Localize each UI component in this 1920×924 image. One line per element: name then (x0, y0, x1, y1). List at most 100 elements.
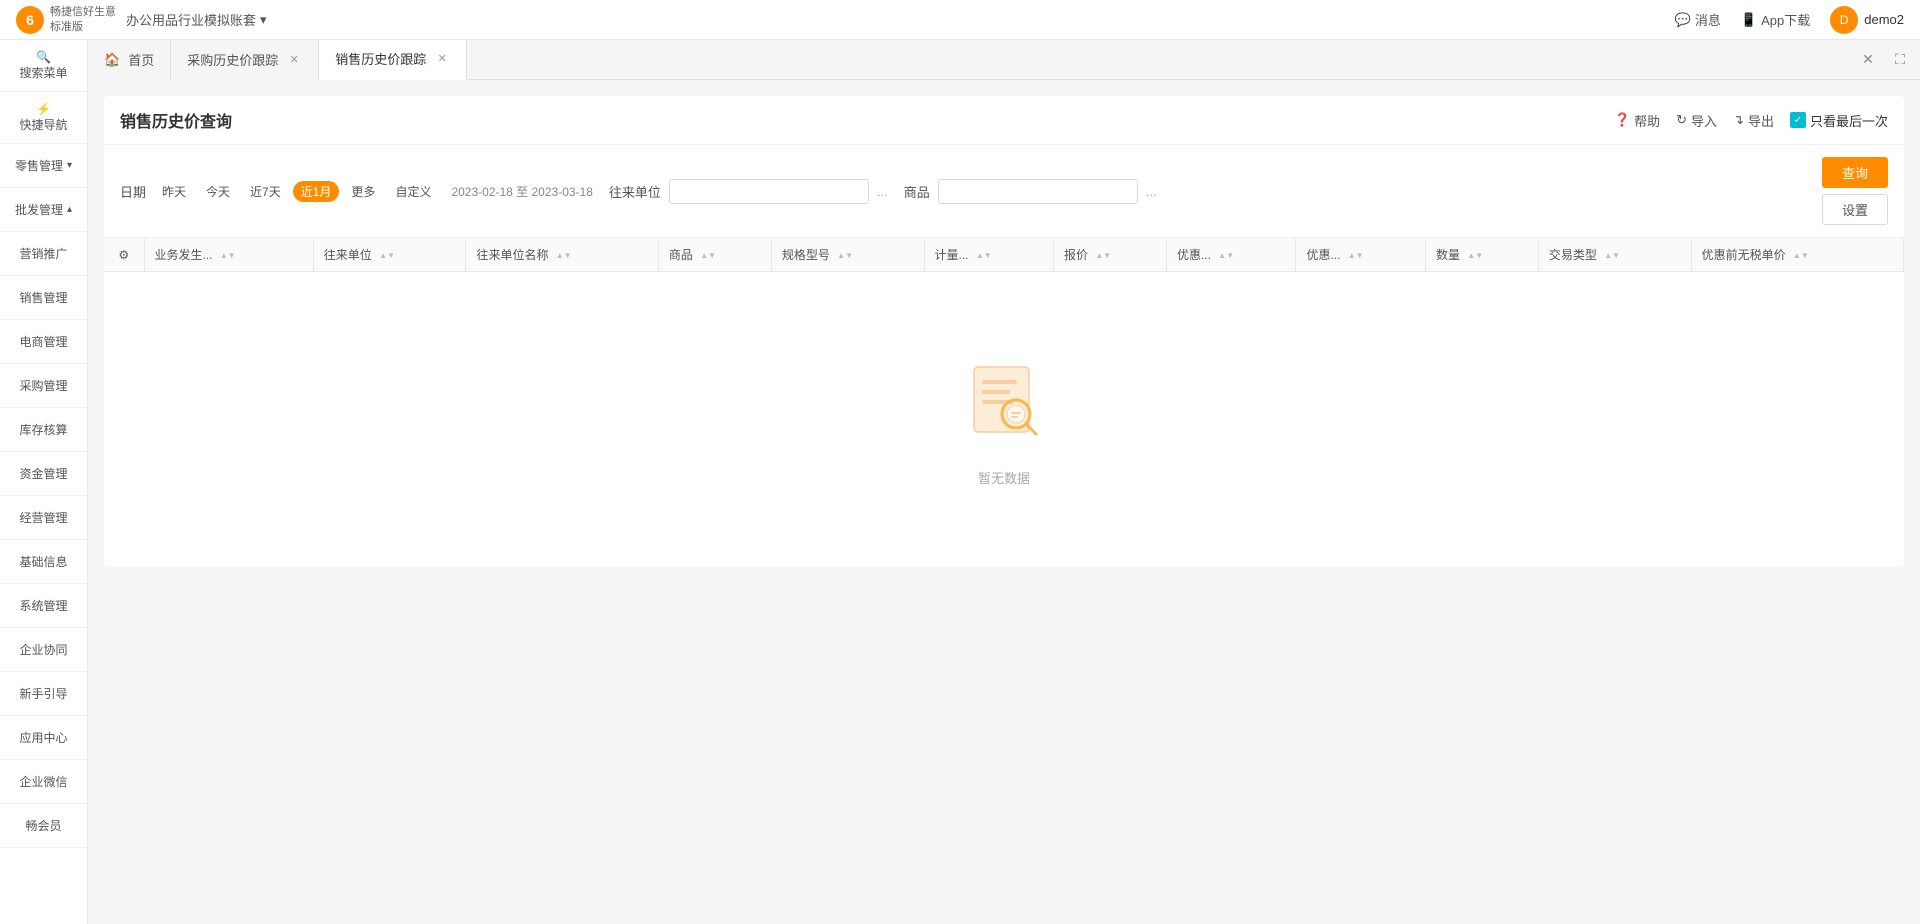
sidebar-item-enterprise[interactable]: 企业协同 (0, 628, 87, 672)
checkbox-icon: ✓ (1790, 112, 1806, 128)
tab-bar: 🏠 首页 采购历史价跟踪 ✕ 销售历史价跟踪 ✕ ✕ ⛶ (88, 40, 1920, 80)
sidebar-item-search-menu[interactable]: 🔍 搜索菜单 (0, 40, 87, 92)
help-icon: ❓ (1614, 112, 1630, 128)
filter-row-date: 日期 昨天 今天 近7天 近1月 更多 自定义 2023-02-18 至 202… (120, 181, 593, 202)
sidebar-item-sales[interactable]: 销售管理 (0, 276, 87, 320)
sidebar-item-finance[interactable]: 资金管理 (0, 452, 87, 496)
col-settings[interactable]: ⚙ (104, 238, 144, 272)
settings-button[interactable]: 设置 (1822, 194, 1888, 225)
chevron-up-icon: ▴ (67, 204, 72, 215)
page-content: 销售历史价查询 ❓ 帮助 ↻ 导入 ↴ 导出 (88, 80, 1920, 924)
date-chip-7days[interactable]: 近7天 (242, 181, 289, 202)
sidebar-item-member[interactable]: 畅会员 (0, 804, 87, 848)
col-biz-date[interactable]: 业务发生... ▲▼ (144, 238, 313, 272)
sidebar-item-basic[interactable]: 基础信息 (0, 540, 87, 584)
sidebar-item-apps[interactable]: 应用中心 (0, 716, 87, 760)
sort-icon: ▲▼ (700, 251, 716, 260)
header-right: 💬 消息 📱 App下载 D demo2 (1675, 6, 1904, 34)
goods-dots[interactable]: ... (1146, 184, 1157, 199)
tab-close-purchase[interactable]: ✕ (286, 52, 302, 68)
sidebar-item-retail[interactable]: 零售管理 ▾ (0, 144, 87, 188)
import-btn[interactable]: ↻ 导入 (1676, 111, 1717, 130)
sort-icon: ▲▼ (1467, 251, 1483, 260)
col-pretax-price[interactable]: 优惠前无税单价 ▲▼ (1691, 238, 1903, 272)
col-discount2[interactable]: 优惠... ▲▼ (1296, 238, 1426, 272)
app-download-btn[interactable]: 📱 App下载 (1741, 10, 1810, 29)
settings-icon: ⚙ (118, 248, 129, 262)
help-btn[interactable]: ❓ 帮助 (1614, 111, 1660, 130)
sidebar: 🔍 搜索菜单 ⚡ 快捷导航 零售管理 ▾ 批发管理 ▴ 营销推广 销售管理 电商… (0, 40, 88, 924)
empty-illustration (954, 352, 1054, 452)
user-name: demo2 (1864, 12, 1904, 27)
date-range-text: 2023-02-18 至 2023-03-18 (451, 183, 592, 200)
col-price[interactable]: 报价 ▲▼ (1054, 238, 1167, 272)
message-btn[interactable]: 💬 消息 (1675, 10, 1721, 29)
empty-state: 暂无数据 (104, 272, 1904, 567)
date-chip-yesterday[interactable]: 昨天 (154, 181, 194, 202)
chevron-down-icon: ▾ (260, 12, 267, 28)
col-partner-code[interactable]: 往来单位 ▲▼ (313, 238, 466, 272)
sidebar-item-guide[interactable]: 新手引导 (0, 672, 87, 716)
page-title-bar: 销售历史价查询 ❓ 帮助 ↻ 导入 ↴ 导出 (104, 96, 1904, 145)
page-card: 销售历史价查询 ❓ 帮助 ↻ 导入 ↴ 导出 (104, 96, 1904, 567)
col-goods[interactable]: 商品 ▲▼ (658, 238, 771, 272)
sort-icon: ▲▼ (379, 251, 395, 260)
user-area[interactable]: D demo2 (1830, 6, 1904, 34)
action-btn-group: 查询 设置 (1822, 157, 1888, 225)
sidebar-item-operation[interactable]: 经营管理 (0, 496, 87, 540)
page-title: 销售历史价查询 (120, 108, 232, 132)
sidebar-item-system[interactable]: 系统管理 (0, 584, 87, 628)
chevron-down-icon: ▾ (67, 160, 72, 171)
sidebar-item-wholesale[interactable]: 批发管理 ▴ (0, 188, 87, 232)
sidebar-item-wechat[interactable]: 企业微信 (0, 760, 87, 804)
col-discount1[interactable]: 优惠... ▲▼ (1166, 238, 1296, 272)
table-area: ⚙ 业务发生... ▲▼ 往来单位 ▲▼ (104, 238, 1904, 567)
sidebar-item-purchase[interactable]: 采购管理 (0, 364, 87, 408)
from-unit-input[interactable] (669, 179, 869, 204)
sidebar-item-marketing[interactable]: 营销推广 (0, 232, 87, 276)
from-unit-dots[interactable]: ... (877, 184, 888, 199)
filter-row-partner: 往来单位 ... (609, 179, 888, 204)
close-tab-btn[interactable]: ✕ (1856, 48, 1880, 72)
avatar: D (1830, 6, 1858, 34)
only-last-checkbox[interactable]: ✓ 只看最后一次 (1790, 111, 1888, 130)
date-chip-more[interactable]: 更多 (343, 181, 383, 202)
sort-icon: ▲▼ (837, 251, 853, 260)
tab-sales-history[interactable]: 销售历史价跟踪 ✕ (319, 40, 467, 80)
tab-home[interactable]: 🏠 首页 (88, 40, 171, 80)
filter-area: 日期 昨天 今天 近7天 近1月 更多 自定义 2023-02-18 至 202… (104, 145, 1904, 238)
export-btn[interactable]: ↴ 导出 (1733, 111, 1774, 130)
col-quantity[interactable]: 数量 ▲▼ (1425, 238, 1538, 272)
sort-icon: ▲▼ (1218, 251, 1234, 260)
phone-icon: 📱 (1741, 12, 1757, 28)
date-chip-today[interactable]: 今天 (198, 181, 238, 202)
date-chips: 昨天 今天 近7天 近1月 更多 自定义 (154, 181, 439, 202)
goods-label: 商品 (904, 182, 930, 201)
tab-close-sales[interactable]: ✕ (434, 51, 450, 67)
header-left: 6 畅捷信好生意 标准版 办公用品行业模拟账套 ▾ (16, 5, 267, 34)
col-trade-type[interactable]: 交易类型 ▲▼ (1538, 238, 1691, 272)
col-spec[interactable]: 规格型号 ▲▼ (771, 238, 924, 272)
home-icon: 🏠 (104, 52, 120, 68)
sidebar-item-inventory[interactable]: 库存核算 (0, 408, 87, 452)
maximize-btn[interactable]: ⛶ (1888, 48, 1912, 72)
sidebar-item-quick-nav[interactable]: ⚡ 快捷导航 (0, 92, 87, 144)
logo-text: 畅捷信好生意 标准版 (50, 5, 116, 34)
goods-input[interactable] (938, 179, 1138, 204)
top-header: 6 畅捷信好生意 标准版 办公用品行业模拟账套 ▾ 💬 消息 📱 App下载 D… (0, 0, 1920, 40)
sort-icon: ▲▼ (556, 251, 572, 260)
main-layout: 🔍 搜索菜单 ⚡ 快捷导航 零售管理 ▾ 批发管理 ▴ 营销推广 销售管理 电商… (0, 40, 1920, 924)
sidebar-item-ecommerce[interactable]: 电商管理 (0, 320, 87, 364)
col-unit[interactable]: 计量... ▲▼ (924, 238, 1054, 272)
col-partner-name[interactable]: 往来单位名称 ▲▼ (466, 238, 658, 272)
date-label: 日期 (120, 182, 146, 201)
content-area: 🏠 首页 采购历史价跟踪 ✕ 销售历史价跟踪 ✕ ✕ ⛶ 销售历史价查询 (88, 40, 1920, 924)
date-chip-1month[interactable]: 近1月 (293, 181, 340, 202)
search-button[interactable]: 查询 (1822, 157, 1888, 188)
tab-purchase-history[interactable]: 采购历史价跟踪 ✕ (171, 40, 319, 80)
account-selector[interactable]: 办公用品行业模拟账套 ▾ (126, 10, 267, 29)
empty-text: 暂无数据 (978, 468, 1030, 487)
quicknav-icon: ⚡ (36, 102, 51, 116)
from-unit-label: 往来单位 (609, 182, 661, 201)
date-chip-custom[interactable]: 自定义 (387, 181, 439, 202)
